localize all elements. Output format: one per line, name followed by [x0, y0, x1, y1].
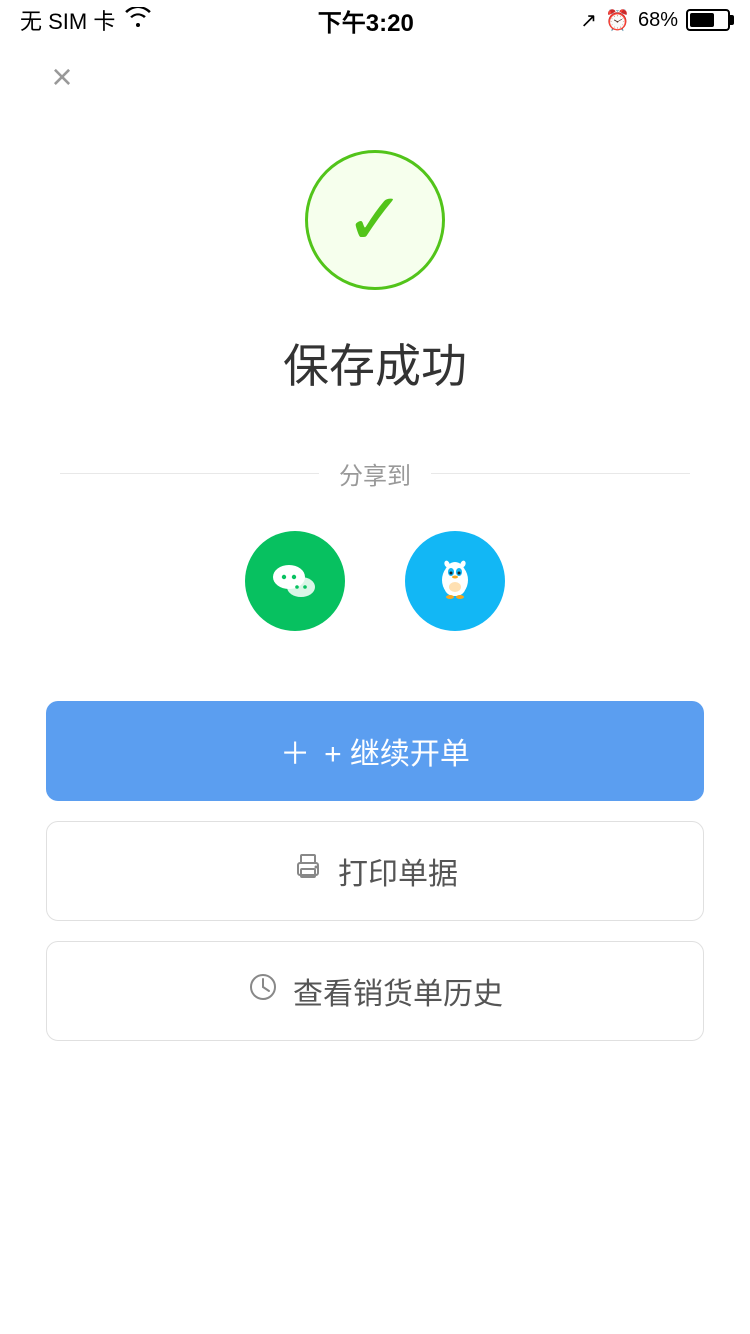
- divider-line-right: [431, 473, 690, 474]
- success-title: 保存成功: [283, 330, 467, 396]
- print-button[interactable]: 打印单据: [46, 821, 704, 921]
- continue-order-label: + 继续开单: [324, 729, 470, 773]
- share-label: 分享到: [339, 456, 411, 491]
- status-left: 无 SIM 卡: [20, 4, 151, 36]
- history-button[interactable]: 查看销货单历史: [46, 941, 704, 1041]
- battery-percent: 68%: [638, 9, 678, 32]
- main-content: ✓ 保存成功 分享到: [0, 40, 750, 1041]
- divider-line-left: [60, 473, 319, 474]
- checkmark-icon: ✓: [345, 184, 405, 256]
- carrier-text: 无 SIM 卡: [20, 4, 115, 36]
- close-icon: ×: [51, 59, 72, 95]
- share-divider: 分享到: [0, 456, 750, 491]
- qq-share-button[interactable]: [405, 531, 505, 631]
- actions: ＋ + 继续开单 打印单据 查看销货单历史: [0, 701, 750, 1041]
- battery-icon: [686, 9, 730, 31]
- print-icon: [292, 851, 324, 891]
- wechat-icon: [265, 551, 325, 611]
- status-bar: 无 SIM 卡 下午3:20 ↗ ⏰ 68%: [0, 0, 750, 40]
- continue-order-button[interactable]: ＋ + 继续开单: [46, 701, 704, 801]
- qq-icon: [427, 553, 483, 609]
- wechat-share-button[interactable]: [245, 531, 345, 631]
- share-icons: [245, 531, 505, 631]
- status-right: ↗ ⏰ 68%: [580, 8, 730, 33]
- close-button[interactable]: ×: [40, 55, 84, 99]
- success-circle: ✓: [305, 150, 445, 290]
- plus-icon: ＋: [280, 729, 310, 773]
- status-time: 下午3:20: [318, 3, 414, 38]
- print-label: 打印单据: [338, 849, 458, 893]
- history-icon: [247, 971, 279, 1011]
- wifi-icon: [125, 7, 151, 33]
- history-label: 查看销货单历史: [293, 969, 503, 1013]
- share-section: 分享到: [0, 456, 750, 631]
- location-icon: ↗: [580, 8, 597, 33]
- alarm-icon: ⏰: [605, 8, 630, 33]
